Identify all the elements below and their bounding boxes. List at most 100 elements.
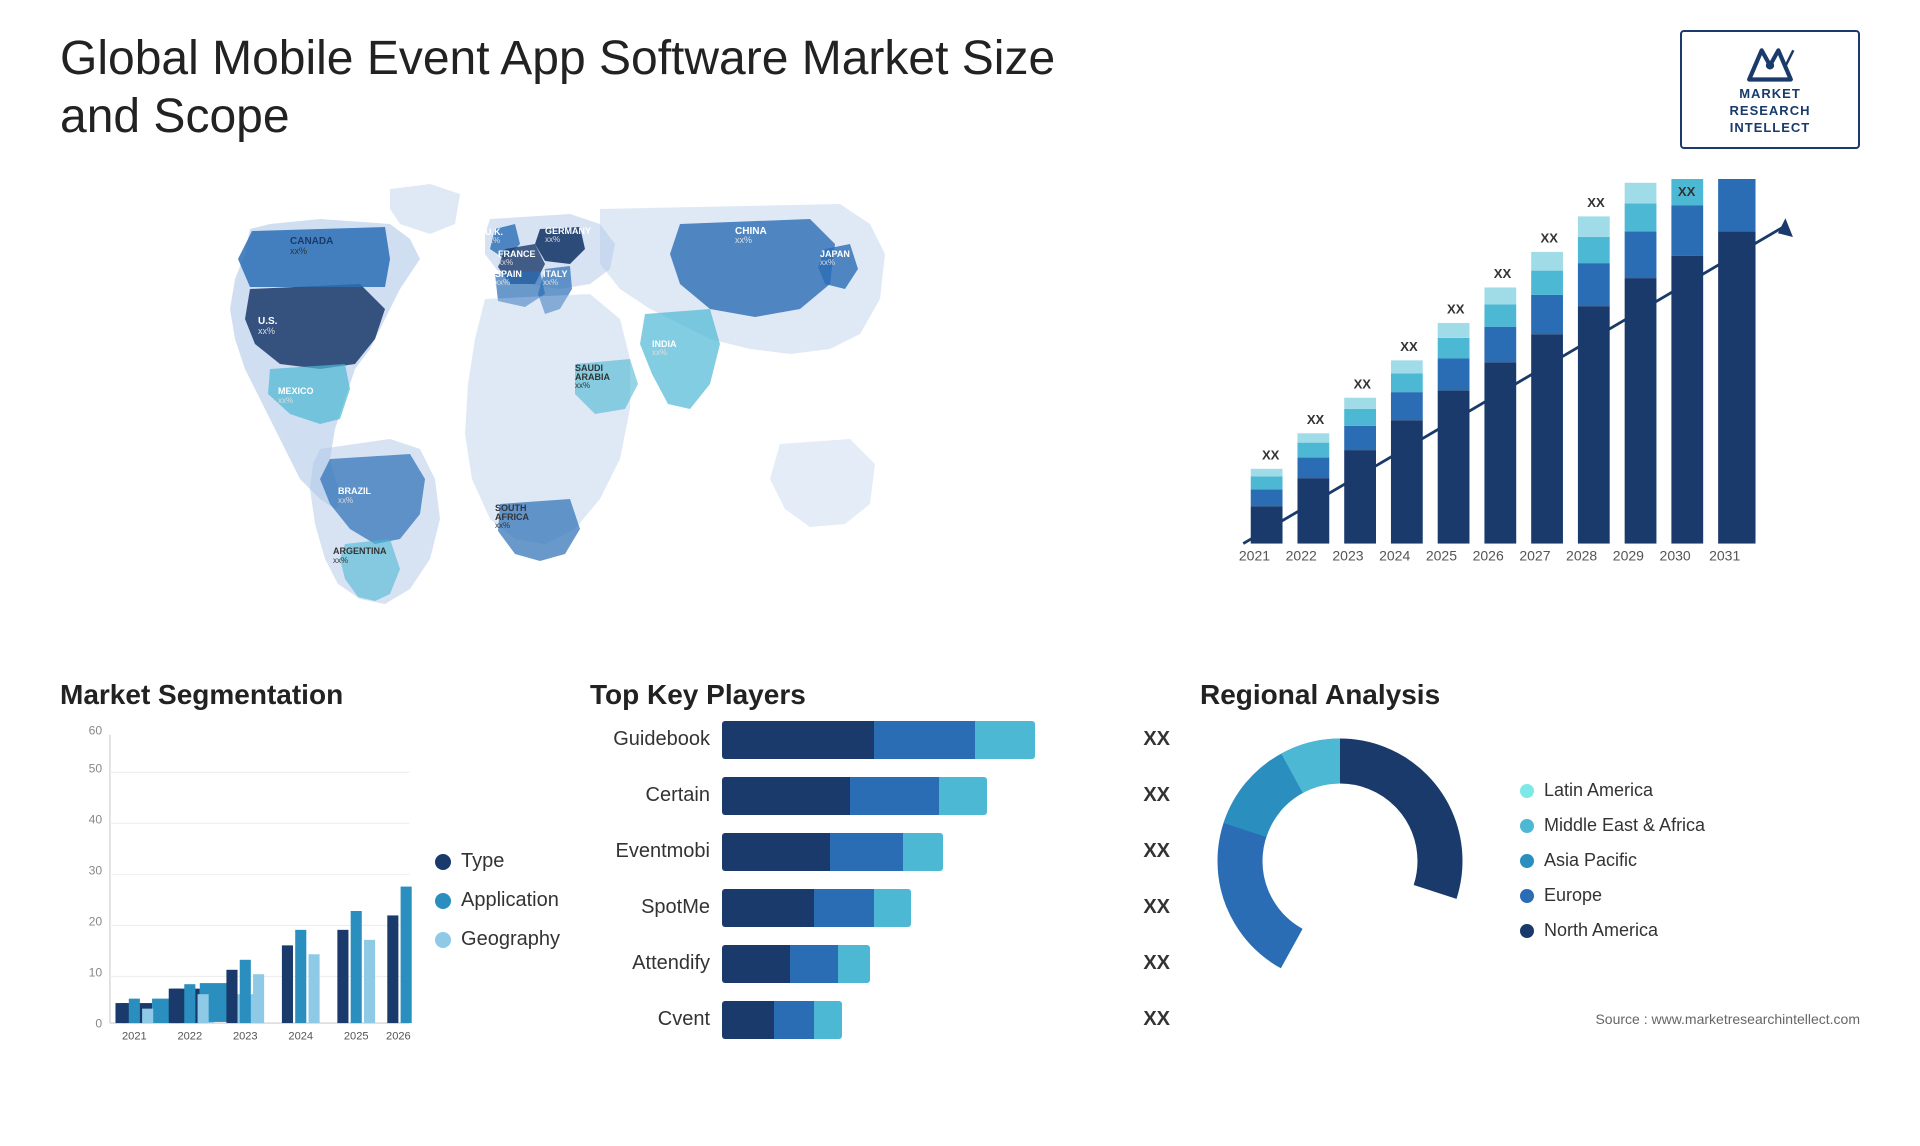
donut-chart-svg: [1200, 721, 1480, 1001]
player-name-guidebook: Guidebook: [590, 728, 710, 751]
player-row-eventmobi: Eventmobi XX: [590, 833, 1170, 871]
player-row-guidebook: Guidebook XX: [590, 721, 1170, 759]
growth-bar-chart: XX XX XX XX: [1170, 179, 1840, 609]
player-bar-certain: [722, 777, 1123, 815]
players-panel: Top Key Players Guidebook XX Certain: [590, 679, 1170, 1109]
regional-panel: Regional Analysis: [1200, 679, 1860, 1109]
legend-north-america: North America: [1520, 920, 1705, 941]
world-map-svg: CANADA xx% U.S. xx% MEXICO xx% BRAZIL xx…: [60, 169, 1120, 649]
dot-north-america: [1520, 924, 1534, 938]
legend-europe: Europe: [1520, 885, 1705, 906]
logo-box: MARKET RESEARCH INTELLECT: [1680, 30, 1860, 149]
svg-text:2022: 2022: [177, 1030, 202, 1042]
svg-text:2028: 2028: [1566, 547, 1597, 563]
player-row-attendify: Attendify XX: [590, 945, 1170, 983]
svg-text:2024: 2024: [288, 1030, 313, 1042]
player-xx-cvent: XX: [1143, 1008, 1170, 1031]
svg-text:40: 40: [89, 812, 103, 826]
header: Global Mobile Event App Software Market …: [60, 30, 1860, 149]
legend-item-application: Application: [435, 889, 560, 912]
legend-dot-type: [435, 854, 451, 870]
bottom-section: Market Segmentation 0 10 20 30 40 50: [60, 679, 1860, 1109]
svg-text:MEXICO: MEXICO: [278, 386, 314, 396]
svg-text:2025: 2025: [344, 1030, 369, 1042]
legend-dot-geography: [435, 932, 451, 948]
svg-text:2021: 2021: [122, 1030, 147, 1042]
dot-europe: [1520, 889, 1534, 903]
svg-text:0: 0: [95, 1016, 102, 1030]
svg-text:xx%: xx%: [543, 278, 558, 287]
svg-text:2029: 2029: [1613, 547, 1644, 563]
svg-text:2025: 2025: [1426, 547, 1457, 563]
svg-text:60: 60: [89, 723, 103, 737]
legend-middle-east-africa: Middle East & Africa: [1520, 815, 1705, 836]
dot-middle-east-africa: [1520, 819, 1534, 833]
segmentation-legend: Type Application Geography: [435, 721, 560, 1081]
svg-text:XX: XX: [1587, 195, 1605, 210]
svg-text:xx%: xx%: [575, 381, 590, 390]
svg-text:xx%: xx%: [495, 521, 510, 530]
svg-text:xx%: xx%: [820, 258, 835, 267]
svg-text:2027: 2027: [1519, 547, 1550, 563]
svg-text:xx%: xx%: [485, 236, 500, 245]
legend-item-geography: Geography: [435, 928, 560, 951]
svg-text:XX: XX: [1262, 447, 1280, 462]
svg-text:xx%: xx%: [652, 348, 667, 357]
player-xx-attendify: XX: [1143, 952, 1170, 975]
logo-text: MARKET RESEARCH INTELLECT: [1730, 86, 1811, 137]
player-name-certain: Certain: [590, 784, 710, 807]
svg-text:10: 10: [89, 965, 103, 979]
player-row-spotme: SpotMe XX: [590, 889, 1170, 927]
player-row-cvent: Cvent XX: [590, 1001, 1170, 1039]
svg-text:2023: 2023: [1332, 547, 1363, 563]
svg-text:xx%: xx%: [338, 496, 353, 505]
svg-text:XX: XX: [1354, 376, 1372, 391]
svg-text:2023: 2023: [233, 1030, 258, 1042]
svg-text:XX: XX: [1678, 183, 1696, 198]
svg-text:xx%: xx%: [498, 258, 513, 267]
legend-latin-america: Latin America: [1520, 780, 1705, 801]
svg-text:BRAZIL: BRAZIL: [338, 486, 371, 496]
legend-item-type: Type: [435, 850, 560, 873]
svg-text:50: 50: [89, 761, 103, 775]
svg-text:xx%: xx%: [333, 556, 348, 565]
svg-text:2030: 2030: [1660, 547, 1691, 563]
svg-text:2026: 2026: [386, 1030, 411, 1042]
svg-text:ARGENTINA: ARGENTINA: [333, 546, 387, 556]
seg-chart-svg: 0 10 20 30 40 50 60: [60, 721, 415, 1081]
player-bar-attendify: [722, 945, 1123, 983]
svg-text:2024: 2024: [1379, 547, 1410, 563]
svg-text:xx%: xx%: [290, 246, 307, 256]
player-name-eventmobi: Eventmobi: [590, 840, 710, 863]
svg-text:XX: XX: [1541, 230, 1559, 245]
page-title: Global Mobile Event App Software Market …: [60, 30, 1060, 145]
players-title: Top Key Players: [590, 679, 1170, 711]
players-list: Guidebook XX Certain: [590, 721, 1170, 1039]
svg-text:XX: XX: [1400, 339, 1418, 354]
regional-legend: Latin America Middle East & Africa Asia …: [1520, 780, 1705, 941]
segmentation-panel: Market Segmentation 0 10 20 30 40 50: [60, 679, 560, 1109]
dot-asia-pacific: [1520, 854, 1534, 868]
legend-asia-pacific: Asia Pacific: [1520, 850, 1705, 871]
svg-text:xx%: xx%: [278, 396, 293, 405]
player-xx-spotme: XX: [1143, 896, 1170, 919]
player-bar-eventmobi: [722, 833, 1123, 871]
svg-text:2022: 2022: [1286, 547, 1317, 563]
regional-inner: Latin America Middle East & Africa Asia …: [1200, 721, 1860, 1001]
svg-text:XX: XX: [1447, 301, 1465, 316]
player-xx-eventmobi: XX: [1143, 840, 1170, 863]
player-xx-certain: XX: [1143, 784, 1170, 807]
svg-text:2026: 2026: [1473, 547, 1504, 563]
svg-text:2031: 2031: [1709, 547, 1740, 563]
dot-latin-america: [1520, 784, 1534, 798]
player-row-certain: Certain XX: [590, 777, 1170, 815]
donut-chart-wrap: [1200, 721, 1480, 1001]
player-bar-spotme: [722, 889, 1123, 927]
svg-text:xx%: xx%: [495, 278, 510, 287]
svg-text:XX: XX: [1307, 412, 1325, 427]
player-bar-guidebook: [722, 721, 1123, 759]
player-bar-cvent: [722, 1001, 1123, 1039]
segmentation-title: Market Segmentation: [60, 679, 560, 711]
top-section: CANADA xx% U.S. xx% MEXICO xx% BRAZIL xx…: [60, 169, 1860, 649]
svg-text:xx%: xx%: [258, 326, 275, 336]
